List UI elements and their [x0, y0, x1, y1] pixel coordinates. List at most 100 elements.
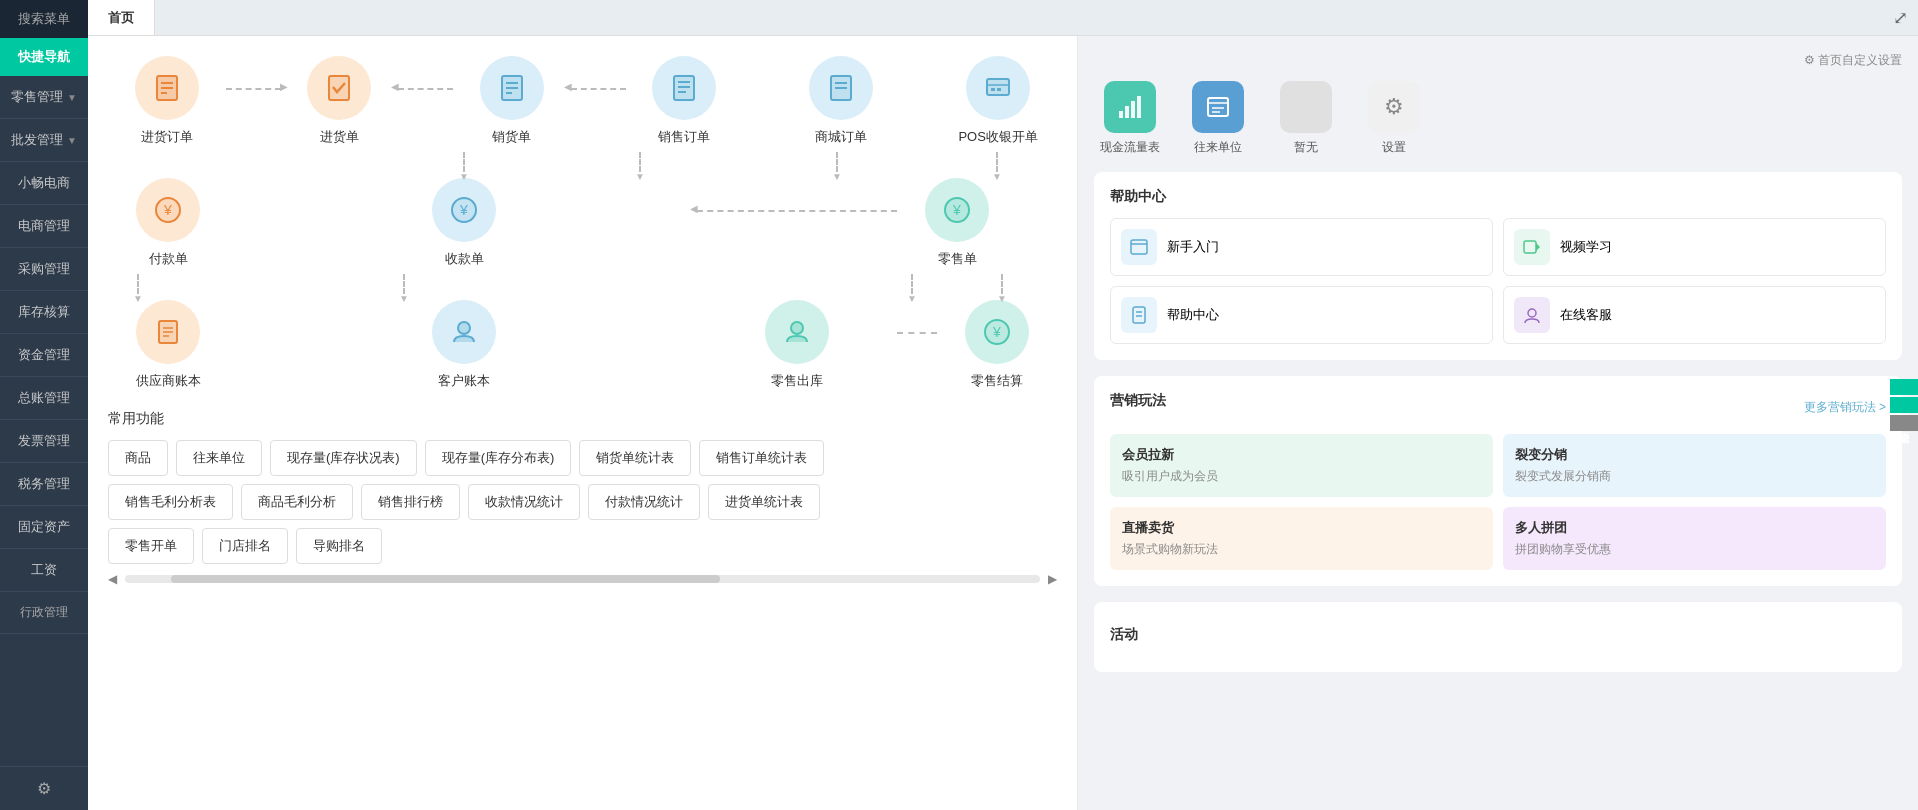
quick-grid-row1: 商品 往来单位 现存量(库存状况表) 现存量(库存分布表) 销货单统计表 销售订… [108, 440, 1057, 476]
quick-btn-contacts[interactable]: 往来单位 [176, 440, 262, 476]
svg-text:¥: ¥ [952, 202, 961, 218]
svg-rect-51 [1208, 98, 1228, 116]
quick-btn-stock1[interactable]: 现存量(库存状况表) [270, 440, 417, 476]
quick-functions: 常用功能 商品 往来单位 现存量(库存状况表) 现存量(库存分布表) 销货单统计… [108, 410, 1057, 586]
wf-label-supplier-account: 供应商账本 [136, 372, 201, 390]
activity-title: 活动 [1110, 626, 1886, 644]
wf-label-sales-order: 销售订单 [658, 128, 710, 146]
wf-node-supplier-account[interactable]: 供应商账本 [108, 300, 228, 390]
svg-rect-49 [1131, 101, 1135, 118]
marketing-item-fission[interactable]: 裂变分销 裂变式发展分销商 [1503, 434, 1886, 497]
floating-btns: 客服热线 服务社区 桌面快捷 [1890, 379, 1918, 431]
sidebar-item-assets[interactable]: 固定资产 [0, 506, 88, 549]
settings-icon: ⚙ [1368, 81, 1420, 133]
shortcut-settings[interactable]: ⚙ 设置 [1358, 81, 1430, 156]
quick-btn-retail-order[interactable]: 零售开单 [108, 528, 194, 564]
wf-node-pos[interactable]: POS收银开单 [939, 56, 1057, 146]
quick-btn-sales-rank[interactable]: 销售排行榜 [361, 484, 460, 520]
sidebar-item-tax[interactable]: 税务管理 [0, 463, 88, 506]
wf-node-customer-account[interactable]: 客户账本 [404, 300, 524, 390]
more-marketing-link[interactable]: 更多营销玩法 > [1804, 399, 1886, 416]
help-item-docs-label: 帮助中心 [1167, 306, 1219, 324]
sidebar-item-label: 小畅电商 [18, 174, 70, 192]
float-btn-community[interactable]: 服务社区 [1890, 397, 1918, 413]
sidebar-item-label: 采购管理 [18, 260, 70, 278]
marketing-item-group[interactable]: 多人拼团 拼团购物享受优惠 [1503, 507, 1886, 570]
quick-btn-sales-profit[interactable]: 销售毛利分析表 [108, 484, 233, 520]
sidebar-item-ecommerce-small[interactable]: 小畅电商 [0, 162, 88, 205]
wf-node-purchase[interactable]: 进货单 [281, 56, 399, 146]
wf-node-retail[interactable]: ¥ 零售单 [897, 178, 1017, 268]
marketing-live-desc: 场景式购物新玩法 [1122, 541, 1481, 558]
sidebar-item-purchase[interactable]: 采购管理 [0, 248, 88, 291]
sidebar-search[interactable]: 搜索菜单 [0, 0, 88, 38]
float-btn-desktop[interactable]: 桌面快捷 [1890, 415, 1918, 431]
float-btn-service[interactable]: 客服热线 [1890, 379, 1918, 395]
quick-btn-purchase-stat[interactable]: 进货单统计表 [708, 484, 820, 520]
marketing-item-live[interactable]: 直播卖货 场景式购物新玩法 [1110, 507, 1493, 570]
scroll-track[interactable] [125, 575, 1040, 583]
shortcut-contacts[interactable]: 往来单位 [1182, 81, 1254, 156]
shortcut-cashflow[interactable]: 现金流量表 [1094, 81, 1166, 156]
main-area: 首页 ⤢ 进货订单 [88, 0, 1918, 810]
left-panel: 进货订单 ▶ 进货单 [88, 36, 1078, 810]
activity-card: 活动 [1094, 602, 1902, 672]
shortcut-settings-label: 设置 [1382, 139, 1406, 156]
marketing-header: 营销玩法 更多营销玩法 > [1110, 392, 1886, 422]
sidebar-item-ledger[interactable]: 总账管理 [0, 377, 88, 420]
sidebar-item-ecommerce[interactable]: 电商管理 [0, 205, 88, 248]
quick-btn-sales-stat[interactable]: 销货单统计表 [579, 440, 691, 476]
svg-marker-58 [1536, 243, 1540, 251]
marketing-item-member[interactable]: 会员拉新 吸引用户成为会员 [1110, 434, 1493, 497]
sidebar-item-retail[interactable]: 零售管理 ▼ [0, 76, 88, 119]
svg-text:¥: ¥ [992, 324, 1001, 340]
expand-icon[interactable]: ⤢ [1893, 7, 1918, 29]
help-grid: 新手入门 视频学习 帮助中心 [1110, 218, 1886, 344]
help-item-video[interactable]: 视频学习 [1503, 218, 1886, 276]
cashflow-icon [1104, 81, 1156, 133]
pos-icon [966, 56, 1030, 120]
wf-node-sales[interactable]: 销货单 [453, 56, 571, 146]
wf-node-purchase-order[interactable]: 进货订单 [108, 56, 226, 146]
sidebar-item-finance[interactable]: 资金管理 [0, 334, 88, 377]
wf-node-payment[interactable]: ¥ 付款单 [108, 178, 228, 268]
help-item-beginner[interactable]: 新手入门 [1110, 218, 1493, 276]
workflow-diagram: 进货订单 ▶ 进货单 [108, 56, 1057, 390]
retail-out-icon [765, 300, 829, 364]
customize-label: 首页自定义设置 [1818, 53, 1902, 67]
shortcut-empty[interactable]: 暂无 [1270, 81, 1342, 156]
wf-node-retail-out[interactable]: 零售出库 [737, 300, 857, 390]
quick-btn-payment-stat[interactable]: 付款情况统计 [588, 484, 700, 520]
sidebar-settings[interactable]: ⚙ [0, 766, 88, 810]
wf-node-mall-order[interactable]: 商城订单 [783, 56, 901, 146]
sidebar-item-wholesale[interactable]: 批发管理 ▼ [0, 119, 88, 162]
sidebar-item-admin[interactable]: 行政管理 [0, 592, 88, 634]
wf-label-retail-settlement: 零售结算 [971, 372, 1023, 390]
wf-node-retail-settlement[interactable]: ¥ 零售结算 [937, 300, 1057, 390]
marketing-member-desc: 吸引用户成为会员 [1122, 468, 1481, 485]
quick-btn-guide-rank[interactable]: 导购排名 [296, 528, 382, 564]
customer-account-icon [432, 300, 496, 364]
sidebar-item-inventory[interactable]: 库存核算 [0, 291, 88, 334]
sidebar-item-invoice[interactable]: 发票管理 [0, 420, 88, 463]
quick-btn-goods[interactable]: 商品 [108, 440, 168, 476]
quick-btn-goods-profit[interactable]: 商品毛利分析 [241, 484, 353, 520]
scroll-left-arrow[interactable]: ◀ [108, 572, 117, 586]
quick-btn-stock2[interactable]: 现存量(库存分布表) [425, 440, 572, 476]
chevron-down-icon: ▼ [67, 92, 77, 103]
wf-node-sales-order[interactable]: 销售订单 [626, 56, 744, 146]
help-item-support[interactable]: 在线客服 [1503, 286, 1886, 344]
scroll-right-arrow[interactable]: ▶ [1048, 572, 1057, 586]
wf-node-receipt[interactable]: ¥ 收款单 [404, 178, 524, 268]
home-customize[interactable]: ⚙ 首页自定义设置 [1094, 52, 1902, 69]
shortcut-empty-label: 暂无 [1294, 139, 1318, 156]
shortcuts-row: 现金流量表 往来单位 暂无 ⚙ 设置 [1094, 81, 1902, 156]
help-item-docs[interactable]: 帮助中心 [1110, 286, 1493, 344]
sidebar-item-salary[interactable]: 工资 [0, 549, 88, 592]
scroll-thumb [171, 575, 720, 583]
quick-btn-store-rank[interactable]: 门店排名 [202, 528, 288, 564]
sidebar-item-label: 发票管理 [18, 432, 70, 450]
quick-btn-sales-order-stat[interactable]: 销售订单统计表 [699, 440, 824, 476]
tab-home[interactable]: 首页 [88, 0, 155, 35]
quick-btn-receipt-stat[interactable]: 收款情况统计 [468, 484, 580, 520]
